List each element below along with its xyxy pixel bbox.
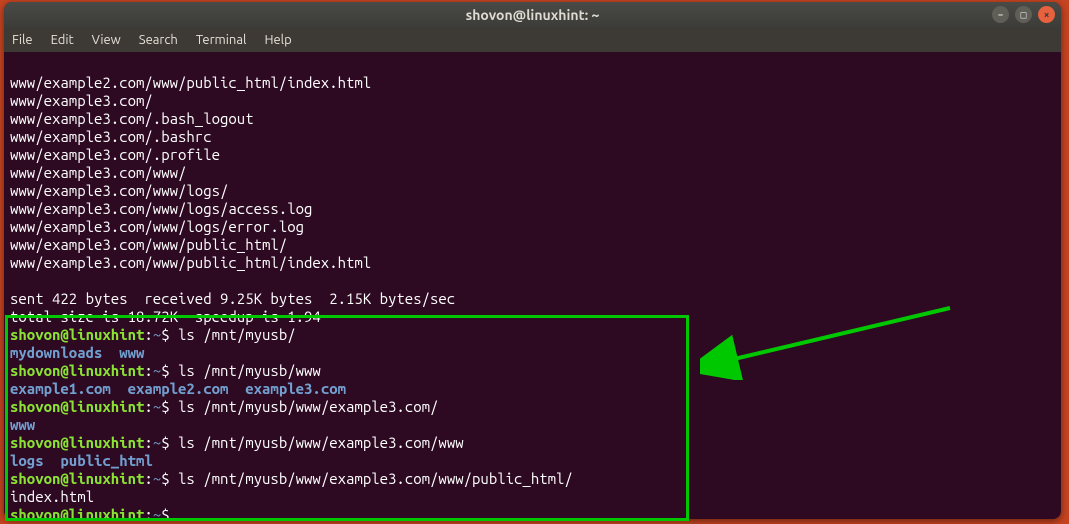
output-line: mydownloads www (10, 344, 144, 361)
command-text: ls /mnt/myusb/ (170, 326, 296, 343)
command-text: ls /mnt/myusb/www/example3.com/www/publi… (170, 470, 573, 487)
output-line: example1.com example2.com example3.com (10, 380, 346, 397)
output-line: www/example3.com/www/public_html/index.h… (10, 254, 371, 271)
maximize-button[interactable]: □ (1015, 6, 1032, 23)
prompt-path: ~ (153, 470, 161, 487)
command-text: ls /mnt/myusb/www/example3.com/ (170, 398, 439, 415)
output-line: total size is 18.72K speedup is 1.94 (10, 308, 321, 325)
menu-view[interactable]: View (92, 33, 121, 47)
prompt-line: shovon@linuxhint:~$ (10, 506, 170, 519)
command-text: ls /mnt/myusb/www/example3.com/www (170, 434, 464, 451)
prompt-line: shovon@linuxhint:~$ ls /mnt/myusb/www/ex… (10, 398, 438, 415)
terminal-window: shovon@linuxhint: ~ – □ × File Edit View… (4, 2, 1061, 519)
output-line: www/example3.com/www/logs/ (10, 182, 228, 199)
prompt-path: ~ (153, 434, 161, 451)
output-line: www/example3.com/www/logs/access.log (10, 200, 312, 217)
menu-terminal[interactable]: Terminal (196, 33, 247, 47)
prompt-userhost: shovon@linuxhint (10, 434, 144, 451)
prompt-path: ~ (153, 326, 161, 343)
menu-file[interactable]: File (12, 33, 33, 47)
output-line: logs public_html (10, 452, 153, 469)
output-line: www/example3.com/.bashrc (10, 128, 212, 145)
prompt-userhost: shovon@linuxhint (10, 470, 144, 487)
minimize-button[interactable]: – (992, 6, 1009, 23)
prompt-path: ~ (153, 362, 161, 379)
output-line: www/example2.com/www/public_html/index.h… (10, 74, 371, 91)
output-line: www/example3.com/ (10, 92, 153, 109)
close-button[interactable]: × (1038, 6, 1055, 23)
prompt-path: ~ (153, 506, 161, 519)
menu-edit[interactable]: Edit (51, 33, 74, 47)
output-line: www/example3.com/www/logs/error.log (10, 218, 304, 235)
window-buttons: – □ × (992, 6, 1055, 23)
prompt-line: shovon@linuxhint:~$ ls /mnt/myusb/www/ex… (10, 470, 573, 487)
output-line: index.html (10, 488, 94, 505)
prompt-userhost: shovon@linuxhint (10, 362, 144, 379)
prompt-line: shovon@linuxhint:~$ ls /mnt/myusb/www (10, 362, 321, 379)
output-line: www (10, 416, 35, 433)
prompt-userhost: shovon@linuxhint (10, 398, 144, 415)
prompt-line: shovon@linuxhint:~$ ls /mnt/myusb/www/ex… (10, 434, 464, 451)
menu-search[interactable]: Search (139, 33, 178, 47)
output-line: sent 422 bytes received 9.25K bytes 2.15… (10, 290, 455, 307)
prompt-userhost: shovon@linuxhint (10, 326, 144, 343)
titlebar: shovon@linuxhint: ~ – □ × (4, 2, 1061, 28)
output-line: www/example3.com/.bash_logout (10, 110, 254, 127)
output-line: www/example3.com/www/public_html/ (10, 236, 287, 253)
output-line: www/example3.com/www/ (10, 164, 186, 181)
menu-help[interactable]: Help (264, 33, 291, 47)
command-text: ls /mnt/myusb/www (170, 362, 321, 379)
menu-bar: File Edit View Search Terminal Help (4, 28, 1061, 52)
terminal-body[interactable]: www/example2.com/www/public_html/index.h… (4, 52, 1061, 519)
window-title: shovon@linuxhint: ~ (4, 7, 1061, 23)
output-line: www/example3.com/.profile (10, 146, 220, 163)
prompt-line: shovon@linuxhint:~$ ls /mnt/myusb/ (10, 326, 296, 343)
prompt-path: ~ (153, 398, 161, 415)
prompt-userhost: shovon@linuxhint (10, 506, 144, 519)
